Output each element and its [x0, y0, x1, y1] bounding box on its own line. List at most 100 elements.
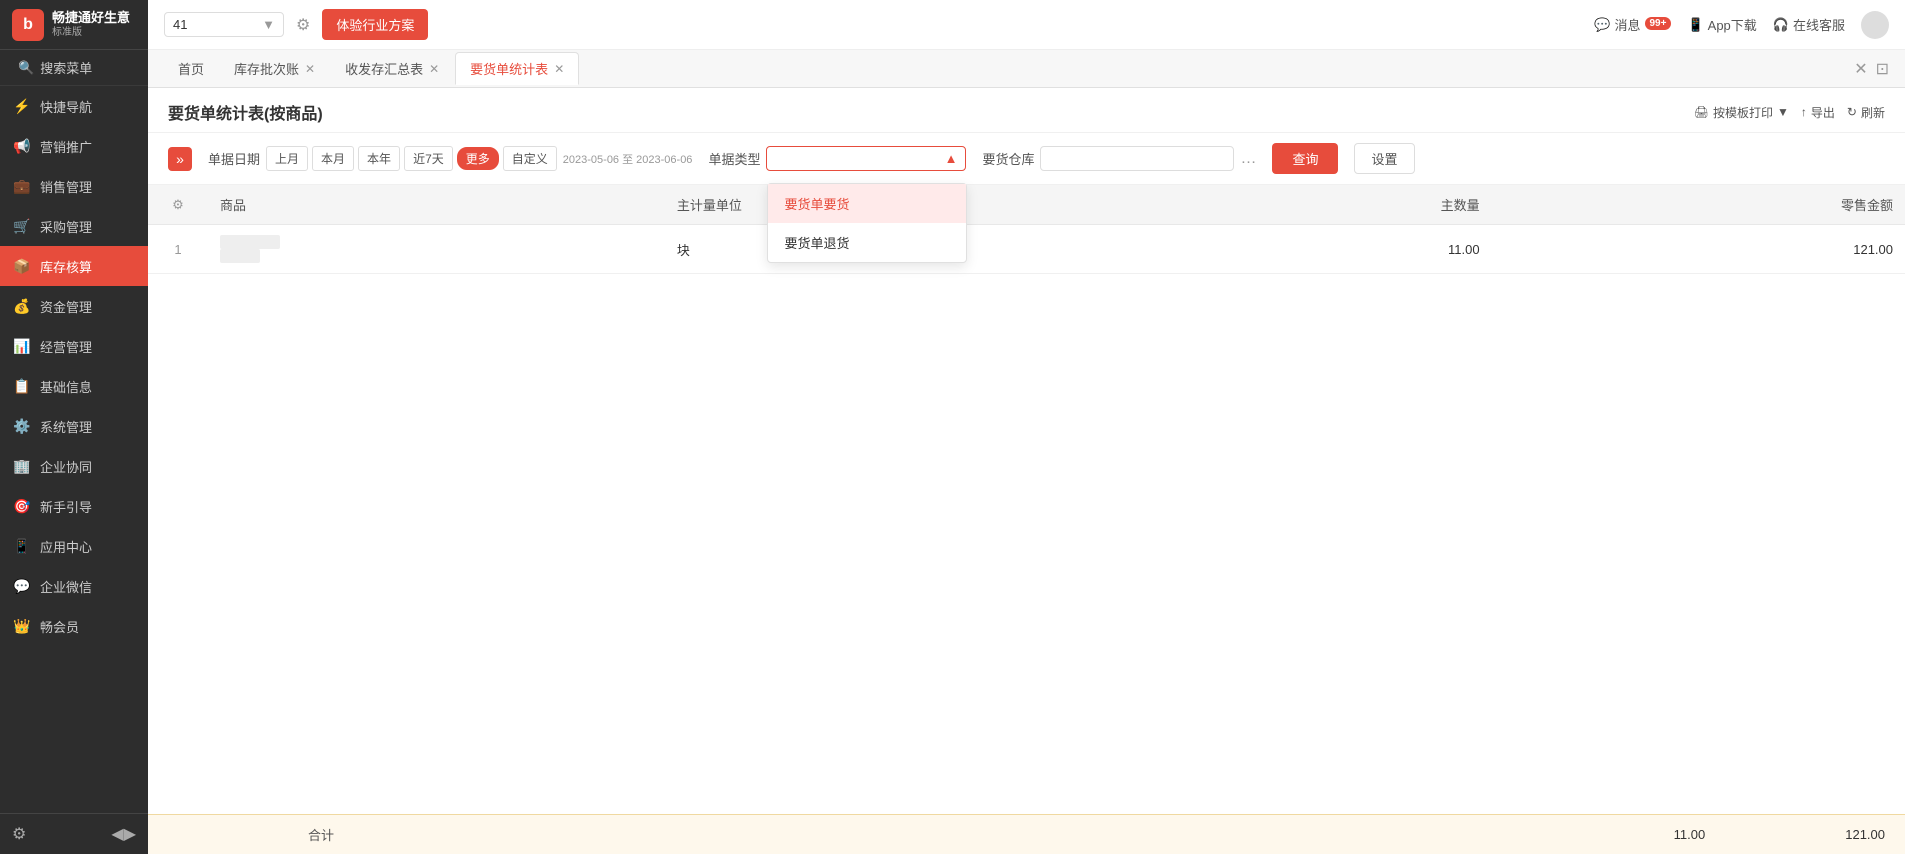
tab-restore-icon[interactable]: ⊡: [1876, 59, 1889, 79]
collapse-icon[interactable]: ◀▶: [111, 824, 136, 844]
sidebar: b 畅捷通好生意 标准版 🔍 搜索菜单 ⚡ 快捷导航 📢 营销推广 💼 销售管理…: [0, 0, 148, 854]
finance-icon: 💰: [12, 296, 32, 316]
row-amount: 121.00: [1492, 225, 1905, 274]
row-quantity: 11.00: [1149, 225, 1492, 274]
tab-order-stats-close[interactable]: ✕: [554, 62, 564, 76]
table-wrapper: ⚙ 商品 主计量单位 主数量 零售金额 1: [148, 185, 1905, 814]
sidebar-item-enterprise[interactable]: 🏢 企业协同: [0, 446, 148, 486]
row-product: [208, 225, 665, 274]
sidebar-item-system[interactable]: ⚙️ 系统管理: [0, 406, 148, 446]
table-footer: 合计 11.00 121.00: [148, 814, 1905, 854]
table-settings-icon[interactable]: ⚙: [172, 197, 184, 212]
tab-close-all-icon[interactable]: ✕: [1854, 59, 1867, 79]
export-btn[interactable]: ↑ 导出: [1801, 104, 1835, 121]
marketing-icon: 📢: [12, 136, 32, 156]
footer-total-quantity: 11.00: [1674, 827, 1706, 842]
sidebar-nav: ⚡ 快捷导航 📢 营销推广 💼 销售管理 🛒 采购管理 📦 库存核算 💰 资金管…: [0, 86, 148, 813]
topbar: 41 ▼ ⚙ 体验行业方案 💬 消息 99+ 📱 App下载 🎧 在线客服: [148, 0, 1905, 50]
table-row: 1 块 11.00 121.00: [148, 225, 1905, 274]
page-title: 要货单统计表(按商品): [168, 100, 323, 124]
sidebar-item-basic[interactable]: 📋 基础信息: [0, 366, 148, 406]
sidebar-item-guide[interactable]: 🎯 新手引导: [0, 486, 148, 526]
app-download-btn[interactable]: 📱 App下载: [1687, 15, 1756, 34]
download-icon: 📱: [1687, 17, 1703, 33]
sidebar-item-apps[interactable]: 📱 应用中心: [0, 526, 148, 566]
sidebar-item-quicknav[interactable]: ⚡ 快捷导航: [0, 86, 148, 126]
warehouse-more-icon[interactable]: …: [1240, 150, 1256, 168]
tab-order-stats[interactable]: 要货单统计表 ✕: [455, 52, 579, 85]
settings-button[interactable]: 设置: [1354, 143, 1414, 174]
purchase-icon: 🛒: [12, 216, 32, 236]
date-prev-month[interactable]: 上月: [266, 146, 308, 171]
settings-footer-icon[interactable]: ⚙: [12, 824, 26, 844]
guide-icon: 🎯: [12, 496, 32, 516]
trial-button[interactable]: 体验行业方案: [322, 9, 428, 40]
col-quantity: 主数量: [1149, 185, 1492, 225]
date-this-month[interactable]: 本月: [312, 146, 354, 171]
date-shortcuts: 上月 本月 本年 近7天 更多 自定义: [266, 146, 557, 171]
sidebar-item-sales[interactable]: 💼 销售管理: [0, 166, 148, 206]
app-version: 标准版: [52, 26, 130, 39]
content-area: 要货单统计表(按商品) 🖨 按模板打印 ▼ ↑ 导出 ↻ 刷新 »: [148, 88, 1905, 854]
app-logo: b 畅捷通好生意 标准版: [0, 0, 148, 50]
print-btn[interactable]: 🖨 按模板打印 ▼: [1694, 104, 1789, 121]
online-service-btn[interactable]: 🎧 在线客服: [1773, 15, 1845, 34]
col-amount: 零售金额: [1492, 185, 1905, 225]
search-icon: 🔍: [18, 60, 34, 76]
dropdown-item-order-return[interactable]: 要货单退货: [768, 223, 966, 262]
logo-icon: b: [12, 9, 44, 41]
tab-receipts[interactable]: 收发存汇总表 ✕: [331, 53, 453, 84]
type-dropdown: 要货单要货 要货单退货: [767, 183, 967, 263]
date-more[interactable]: 更多: [457, 147, 499, 170]
quicknav-icon: ⚡: [12, 96, 32, 116]
tab-receipts-close[interactable]: ✕: [429, 62, 439, 76]
wechat-icon: 💬: [12, 576, 32, 596]
sidebar-item-marketing[interactable]: 📢 营销推广: [0, 126, 148, 166]
date-filter-group: 单据日期 上月 本月 本年 近7天 更多 自定义 2023-05-06 至 20…: [208, 146, 692, 171]
type-select-arrow-icon: ▲: [945, 151, 958, 166]
print-dropdown-icon: ▼: [1777, 105, 1789, 119]
user-avatar[interactable]: [1861, 11, 1889, 39]
date-this-year[interactable]: 本年: [358, 146, 400, 171]
footer-total-label: 合计: [308, 825, 334, 844]
company-selector[interactable]: 41 ▼: [164, 12, 284, 37]
type-filter-select[interactable]: ▲ 要货单要货 要货单退货: [766, 146, 966, 171]
enterprise-icon: 🏢: [12, 456, 32, 476]
warehouse-filter-group: 要货仓库 …: [982, 146, 1256, 171]
inventory-icon: 📦: [12, 256, 32, 276]
query-button[interactable]: 查询: [1272, 143, 1338, 174]
filter-bar: » 单据日期 上月 本月 本年 近7天 更多 自定义 2023-05-06 至 …: [148, 133, 1905, 185]
sidebar-item-finance[interactable]: 💰 资金管理: [0, 286, 148, 326]
type-filter-group: 单据类型 ▲ 要货单要货 要货单退货: [708, 146, 966, 171]
print-icon: 🖨: [1694, 105, 1709, 119]
main-area: 41 ▼ ⚙ 体验行业方案 💬 消息 99+ 📱 App下载 🎧 在线客服: [148, 0, 1905, 854]
sidebar-item-purchase[interactable]: 🛒 采购管理: [0, 206, 148, 246]
data-table: ⚙ 商品 主计量单位 主数量 零售金额 1: [148, 185, 1905, 274]
message-badge: 99+: [1645, 17, 1672, 30]
dropdown-item-order-goods[interactable]: 要货单要货: [768, 184, 966, 223]
col-product: 商品: [208, 185, 665, 225]
service-icon: 🎧: [1773, 17, 1789, 33]
sidebar-item-wechat[interactable]: 💬 企业微信: [0, 566, 148, 606]
tab-home[interactable]: 首页: [164, 53, 218, 84]
date-custom[interactable]: 自定义: [503, 146, 557, 171]
warehouse-filter-label: 要货仓库: [982, 149, 1034, 168]
warehouse-filter-input[interactable]: [1040, 146, 1234, 171]
sidebar-item-member[interactable]: 👑 畅会员: [0, 606, 148, 646]
refresh-btn[interactable]: ↻ 刷新: [1847, 104, 1885, 121]
message-icon: 💬: [1594, 17, 1610, 33]
date-range-display: 2023-05-06 至 2023-06-06: [563, 151, 693, 167]
sidebar-item-operations[interactable]: 📊 经营管理: [0, 326, 148, 366]
tabs-bar: 首页 库存批次账 ✕ 收发存汇总表 ✕ 要货单统计表 ✕ ✕ ⊡: [148, 50, 1905, 88]
refresh-icon: ↻: [1847, 105, 1857, 119]
topbar-settings-icon[interactable]: ⚙: [296, 15, 310, 35]
footer-total-amount: 121.00: [1845, 827, 1885, 842]
date-last-7[interactable]: 近7天: [404, 146, 453, 171]
tab-inventory[interactable]: 库存批次账 ✕: [220, 53, 329, 84]
sidebar-search[interactable]: 🔍 搜索菜单: [0, 50, 148, 86]
sidebar-item-inventory[interactable]: 📦 库存核算: [0, 246, 148, 286]
messages-btn[interactable]: 💬 消息 99+: [1594, 15, 1671, 34]
filter-expand-btn[interactable]: »: [168, 147, 192, 171]
type-filter-label: 单据类型: [708, 149, 760, 168]
tab-inventory-close[interactable]: ✕: [305, 62, 315, 76]
